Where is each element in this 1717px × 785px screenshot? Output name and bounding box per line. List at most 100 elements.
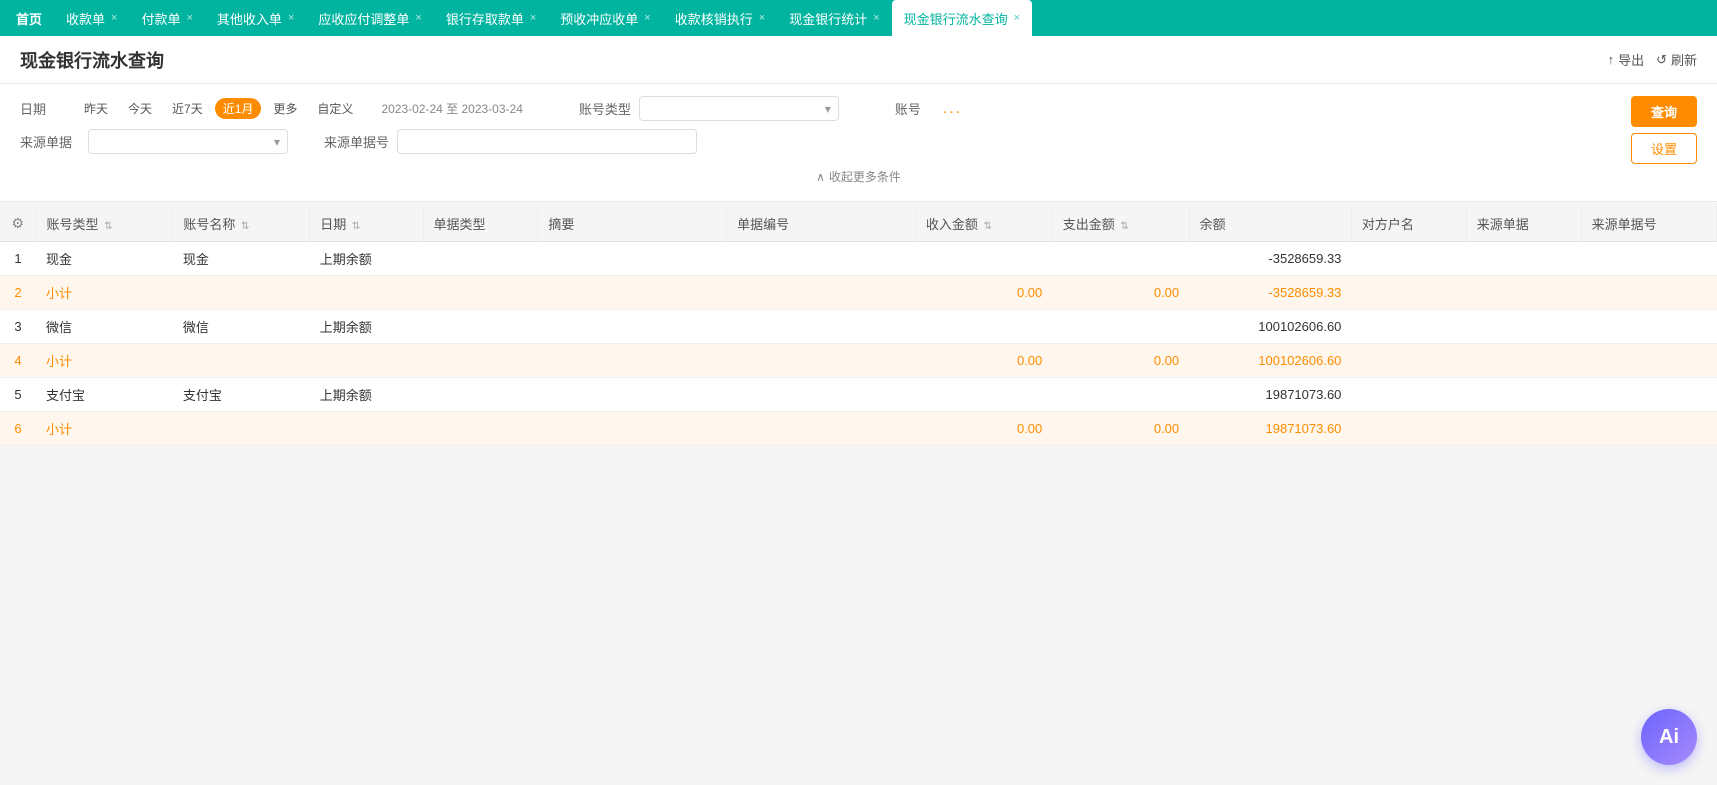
table-header-row: ⚙ 账号类型 ⇅ 账号名称 ⇅ 日期 ⇅ 单据类型 摘要 单据编号 收入金额 ⇅…	[0, 206, 1717, 242]
query-button[interactable]: 查询	[1631, 96, 1697, 127]
account-type-select-wrapper: 现金 微信 支付宝	[639, 96, 839, 121]
date-opt-昨天[interactable]: 昨天	[76, 98, 116, 119]
col-gear[interactable]: ⚙	[0, 206, 36, 242]
cell-date	[310, 344, 423, 378]
page-header: 现金银行流水查询 ↑ 导出 ↺ 刷新	[0, 36, 1717, 84]
cell-idx: 3	[0, 310, 36, 344]
nav-item-receipt-verify[interactable]: 收款核销执行×	[663, 0, 777, 36]
collapse-label: 收起更多条件	[829, 168, 901, 185]
top-navigation: 首页收款单×付款单×其他收入单×应收应付调整单×银行存取款单×预收冲应收单×收款…	[0, 0, 1717, 36]
nav-item-bank-deposit[interactable]: 银行存取款单×	[434, 0, 548, 36]
export-icon: ↑	[1608, 52, 1615, 67]
col-balance[interactable]: 余额	[1189, 206, 1351, 242]
cell-account-name: 微信	[173, 310, 310, 344]
table-row: 2小计0.000.00-3528659.33	[0, 276, 1717, 310]
nav-item-prepay-offset[interactable]: 预收冲应收单×	[548, 0, 662, 36]
cell-source-voucher-no	[1581, 310, 1716, 344]
date-range-display: 2023-02-24 至 2023-03-24	[381, 100, 522, 117]
gear-icon: ⚙	[11, 215, 24, 231]
ai-assistant-button[interactable]: Ai	[1641, 709, 1697, 765]
cell-voucher-no	[727, 378, 916, 412]
refresh-button[interactable]: ↺ 刷新	[1656, 50, 1697, 69]
col-source-voucher[interactable]: 来源单据	[1466, 206, 1581, 242]
col-summary[interactable]: 摘要	[538, 206, 727, 242]
account-dots[interactable]: ...	[943, 100, 962, 118]
cell-account-name: 支付宝	[173, 378, 310, 412]
cell-counterparty	[1351, 344, 1466, 378]
cell-income	[915, 310, 1052, 344]
cell-expense	[1052, 242, 1189, 276]
cell-date: 上期余额	[310, 378, 423, 412]
cell-counterparty	[1351, 242, 1466, 276]
col-date[interactable]: 日期 ⇅	[310, 206, 423, 242]
table-container: ⚙ 账号类型 ⇅ 账号名称 ⇅ 日期 ⇅ 单据类型 摘要 单据编号 收入金额 ⇅…	[0, 206, 1717, 446]
close-icon-other-income[interactable]: ×	[288, 12, 294, 24]
date-opt-更多[interactable]: 更多	[265, 98, 305, 119]
export-button[interactable]: ↑ 导出	[1608, 50, 1645, 69]
close-icon-prepay-offset[interactable]: ×	[644, 12, 650, 24]
source-voucher-label: 来源单据	[20, 132, 72, 151]
refresh-icon: ↺	[1656, 52, 1667, 68]
nav-item-cash-bank-stats[interactable]: 现金银行统计×	[777, 0, 891, 36]
col-income[interactable]: 收入金额 ⇅	[915, 206, 1052, 242]
cell-income: 0.00	[915, 276, 1052, 310]
close-icon-cash-bank-flow[interactable]: ×	[1014, 12, 1020, 24]
account-label: 账号	[895, 99, 935, 118]
collapse-bar[interactable]: ∧ 收起更多条件	[20, 164, 1697, 189]
nav-item-ar-ap-adjust[interactable]: 应收应付调整单×	[306, 0, 433, 36]
cell-source-voucher	[1466, 276, 1581, 310]
col-account-type[interactable]: 账号类型 ⇅	[36, 206, 173, 242]
filter-area: 日期 昨天今天近7天近1月更多自定义 2023-02-24 至 2023-03-…	[0, 84, 1717, 202]
date-opt-近1月[interactable]: 近1月	[215, 98, 262, 119]
col-voucher-no[interactable]: 单据编号	[727, 206, 916, 242]
table-row: 6小计0.000.0019871073.60	[0, 412, 1717, 446]
col-counterparty[interactable]: 对方户名	[1351, 206, 1466, 242]
account-type-select[interactable]: 现金 微信 支付宝	[639, 96, 839, 121]
cell-income: 0.00	[915, 412, 1052, 446]
nav-item-receipt[interactable]: 收款单×	[54, 0, 129, 36]
nav-item-other-income[interactable]: 其他收入单×	[205, 0, 306, 36]
close-icon-bank-deposit[interactable]: ×	[530, 12, 536, 24]
col-voucher-type[interactable]: 单据类型	[423, 206, 538, 242]
filter-actions: 查询 设置	[1631, 96, 1697, 164]
cell-voucher-no	[727, 276, 916, 310]
sort-icon-account-type: ⇅	[104, 221, 112, 232]
close-icon-receipt-verify[interactable]: ×	[759, 12, 765, 24]
cell-source-voucher-no	[1581, 276, 1716, 310]
date-opt-今天[interactable]: 今天	[120, 98, 160, 119]
cell-voucher-type	[423, 412, 538, 446]
page-title: 现金银行流水查询	[20, 47, 164, 73]
date-label: 日期	[20, 99, 60, 118]
close-icon-cash-bank-stats[interactable]: ×	[873, 12, 879, 24]
cell-summary	[538, 412, 727, 446]
date-opt-近7天[interactable]: 近7天	[164, 98, 211, 119]
cell-account-type: 微信	[36, 310, 173, 344]
cell-source-voucher	[1466, 378, 1581, 412]
source-voucher-no-input[interactable]	[397, 129, 697, 154]
col-expense[interactable]: 支出金额 ⇅	[1052, 206, 1189, 242]
col-source-voucher-no[interactable]: 来源单据号	[1581, 206, 1716, 242]
settings-button[interactable]: 设置	[1631, 133, 1697, 164]
account-type-label: 账号类型	[579, 99, 631, 118]
cell-expense: 0.00	[1052, 276, 1189, 310]
table-body: 1现金现金上期余额-3528659.332小计0.000.00-3528659.…	[0, 242, 1717, 446]
cell-account-name: 现金	[173, 242, 310, 276]
nav-item-payment[interactable]: 付款单×	[129, 0, 204, 36]
close-icon-receipt[interactable]: ×	[111, 12, 117, 24]
cell-voucher-type	[423, 310, 538, 344]
cell-idx: 4	[0, 344, 36, 378]
cell-summary	[538, 344, 727, 378]
close-icon-ar-ap-adjust[interactable]: ×	[415, 12, 421, 24]
col-account-name[interactable]: 账号名称 ⇅	[173, 206, 310, 242]
nav-item-cash-bank-flow[interactable]: 现金银行流水查询×	[892, 0, 1032, 36]
date-opt-自定义[interactable]: 自定义	[309, 98, 361, 119]
source-voucher-select[interactable]	[88, 129, 288, 154]
cell-counterparty	[1351, 378, 1466, 412]
close-icon-payment[interactable]: ×	[186, 12, 192, 24]
sort-icon-date: ⇅	[352, 221, 360, 232]
table-row: 3微信微信上期余额100102606.60	[0, 310, 1717, 344]
cell-account-name	[173, 276, 310, 310]
nav-item-home[interactable]: 首页	[4, 0, 54, 36]
cell-account-type: 小计	[36, 412, 173, 446]
cell-voucher-type	[423, 276, 538, 310]
